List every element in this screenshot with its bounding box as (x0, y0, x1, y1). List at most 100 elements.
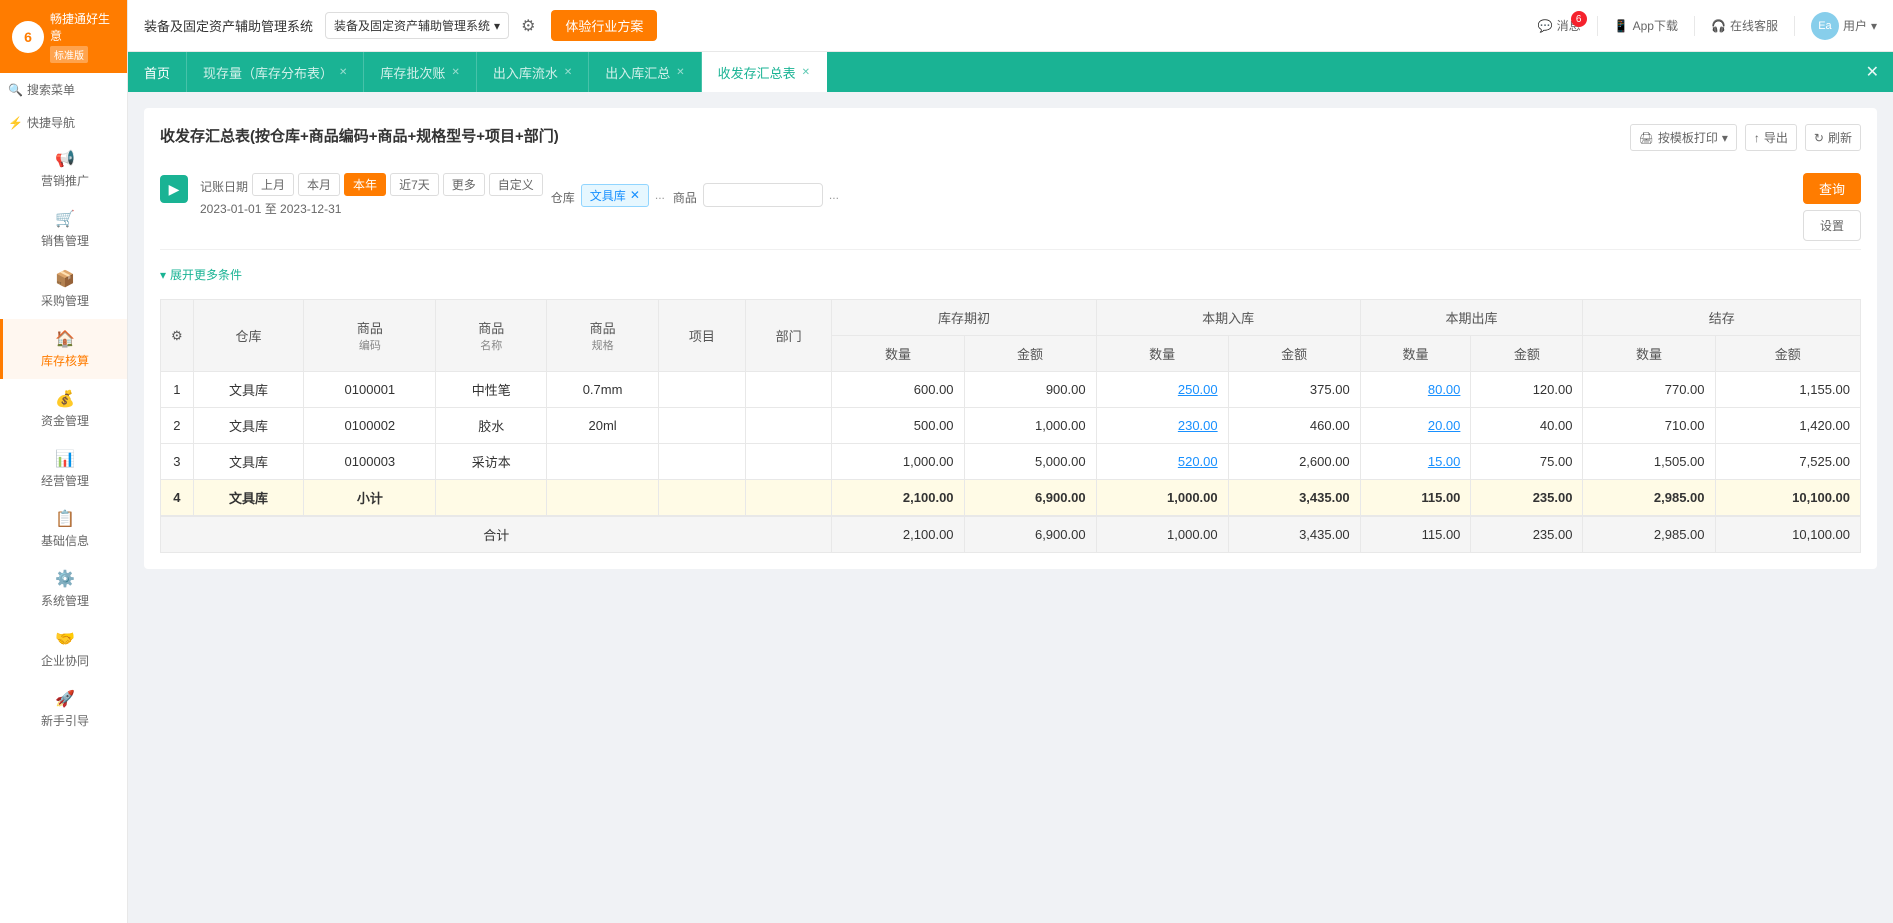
sidebar-item-base[interactable]: 📋 基础信息 (0, 499, 127, 559)
data-table: ⚙ 仓库 商品编码 商品名称 商品规格 项目 部门 库存期初 本期入库 本期出 (160, 299, 1861, 553)
cell-out-amt: 235.00 (1471, 480, 1583, 517)
settings-button[interactable]: 设置 (1803, 210, 1861, 241)
tab-recv-send[interactable]: 收发存汇总表 ✕ (702, 52, 827, 92)
footer-out-qty: 115.00 (1360, 516, 1471, 553)
cell-out-amt: 40.00 (1471, 408, 1583, 444)
goods-filter-more[interactable]: ... (829, 188, 839, 202)
th-warehouse: 仓库 (193, 300, 304, 372)
sidebar-label-finance: 资金管理 (41, 412, 89, 429)
base-icon: 📋 (55, 509, 75, 529)
app-subtitle: 标准版 (50, 46, 88, 63)
app-download-button[interactable]: 📱 App下载 (1614, 17, 1678, 34)
warehouse-tag-close-icon[interactable]: ✕ (630, 188, 640, 202)
cell-index: 2 (161, 408, 194, 444)
cell-in-qty[interactable]: 520.00 (1096, 444, 1228, 480)
cell-index: 3 (161, 444, 194, 480)
cell-out-qty[interactable]: 80.00 (1360, 372, 1471, 408)
footer-balance-qty: 2,985.00 (1583, 516, 1715, 553)
cell-opening-qty: 600.00 (832, 372, 964, 408)
table-row: 3文具库0100003采访本1,000.005,000.00520.002,60… (161, 444, 1861, 480)
expand-more-button[interactable]: ▾ 展开更多条件 (160, 262, 1861, 287)
warehouse-filter-more[interactable]: ... (655, 188, 665, 202)
tab-recv-send-close[interactable]: ✕ (802, 67, 810, 78)
goods-input[interactable] (703, 183, 823, 207)
export-label: 导出 (1764, 129, 1788, 146)
cell-in-qty[interactable]: 230.00 (1096, 408, 1228, 444)
sidebar-item-purchase[interactable]: 📦 采购管理 (0, 259, 127, 319)
cell-department (745, 480, 832, 517)
footer-in-amt: 3,435.00 (1228, 516, 1360, 553)
filter-toggle-button[interactable]: ▶ (160, 175, 188, 203)
date-more[interactable]: 更多 (443, 173, 485, 196)
cell-goods-code: 0100003 (304, 444, 436, 480)
query-button[interactable]: 查询 (1803, 173, 1861, 204)
user-menu[interactable]: Ea 用户 ▾ (1811, 12, 1877, 40)
th-goods-spec: 商品规格 (547, 300, 659, 372)
export-icon: ↑ (1754, 131, 1760, 145)
tab-inout-summary-close[interactable]: ✕ (676, 67, 684, 78)
sidebar-item-guide[interactable]: 🚀 新手引导 (0, 679, 127, 739)
table-row: 2文具库0100002胶水20ml500.001,000.00230.00460… (161, 408, 1861, 444)
th-out-qty: 数量 (1360, 336, 1471, 372)
sales-icon: 🛒 (55, 209, 75, 229)
tab-batch-close[interactable]: ✕ (451, 67, 459, 78)
sidebar-item-operations[interactable]: 📊 经营管理 (0, 439, 127, 499)
tab-inout-flow[interactable]: 出入库流水 ✕ (477, 52, 589, 92)
footer-balance-amt: 10,100.00 (1715, 516, 1861, 553)
gear-icon[interactable]: ⚙ (521, 16, 535, 36)
print-button[interactable]: 🖨 按模板打印 ▾ (1630, 124, 1737, 151)
sidebar-label-system: 系统管理 (41, 592, 89, 609)
cell-balance-qty: 2,985.00 (1583, 480, 1715, 517)
topbar-right: 💬 消息 6 📱 App下载 🎧 在线客服 Ea 用户 ▾ (1538, 12, 1877, 40)
sidebar-item-finance[interactable]: 💰 资金管理 (0, 379, 127, 439)
trial-button[interactable]: 体验行业方案 (551, 10, 657, 41)
avatar: Ea (1811, 12, 1839, 40)
tab-stock-dist-close[interactable]: ✕ (339, 67, 347, 78)
cell-in-qty[interactable]: 250.00 (1096, 372, 1228, 408)
refresh-button[interactable]: ↻ 刷新 (1805, 124, 1861, 151)
message-icon: 💬 (1538, 19, 1553, 33)
date-this-year[interactable]: 本年 (344, 173, 386, 196)
search-label: 搜索菜单 (27, 81, 75, 98)
sidebar-item-marketing[interactable]: 📢 营销推广 (0, 139, 127, 199)
date-this-month[interactable]: 本月 (298, 173, 340, 196)
sidebar-label-marketing: 营销推广 (41, 172, 89, 189)
tab-inout-summary[interactable]: 出入库汇总 ✕ (589, 52, 701, 92)
date-7days[interactable]: 近7天 (390, 173, 439, 196)
online-service-button[interactable]: 🎧 在线客服 (1711, 17, 1778, 34)
message-button[interactable]: 💬 消息 6 (1538, 17, 1581, 34)
tabs-bar-close-all[interactable]: ✕ (1852, 52, 1893, 92)
sidebar-item-system[interactable]: ⚙️ 系统管理 (0, 559, 127, 619)
tab-home[interactable]: 首页 (128, 52, 187, 92)
sidebar-item-inventory[interactable]: 🏠 库存核算 (0, 319, 127, 379)
system-select[interactable]: 装备及固定资产辅助管理系统 ▾ (325, 12, 509, 39)
print-icon: 🖨 (1639, 131, 1654, 145)
cell-out-qty[interactable]: 15.00 (1360, 444, 1471, 480)
date-last-month[interactable]: 上月 (252, 173, 294, 196)
marketing-icon: 📢 (55, 149, 75, 169)
th-opening-qty: 数量 (832, 336, 964, 372)
tab-stock-dist[interactable]: 现存量（库存分布表） ✕ (187, 52, 364, 92)
tab-inout-flow-close[interactable]: ✕ (564, 67, 572, 78)
tab-batch[interactable]: 库存批次账 ✕ (364, 52, 476, 92)
cell-out-amt: 120.00 (1471, 372, 1583, 408)
date-custom[interactable]: 自定义 (489, 173, 543, 196)
page-card: 收发存汇总表(按仓库+商品编码+商品+规格型号+项目+部门) 🖨 按模板打印 ▾… (144, 108, 1877, 569)
sidebar-quicknav-item[interactable]: ⚡ 快捷导航 (0, 106, 127, 139)
cell-out-qty[interactable]: 20.00 (1360, 408, 1471, 444)
sidebar-item-sales[interactable]: 🛒 销售管理 (0, 199, 127, 259)
sidebar-item-collab[interactable]: 🤝 企业协同 (0, 619, 127, 679)
warehouse-tag[interactable]: 文具库 ✕ (581, 184, 649, 207)
filter-fields: 记账日期 上月 本月 本年 近7天 更多 自定义 2023-01-01 至 20… (200, 173, 1791, 217)
footer-opening-qty: 2,100.00 (832, 516, 964, 553)
chevron-down-icon: ▾ (494, 19, 500, 33)
th-goods-name: 商品名称 (436, 300, 547, 372)
sidebar-search-item[interactable]: 🔍 搜索菜单 (0, 73, 127, 106)
th-settings[interactable]: ⚙ (161, 300, 194, 372)
search-icon: 🔍 (8, 83, 23, 97)
content-area: 收发存汇总表(按仓库+商品编码+商品+规格型号+项目+部门) 🖨 按模板打印 ▾… (128, 92, 1893, 923)
export-button[interactable]: ↑ 导出 (1745, 124, 1797, 151)
th-group-opening: 库存期初 (832, 300, 1096, 336)
divider-2 (1694, 16, 1695, 36)
table-gear-icon[interactable]: ⚙ (171, 328, 183, 343)
